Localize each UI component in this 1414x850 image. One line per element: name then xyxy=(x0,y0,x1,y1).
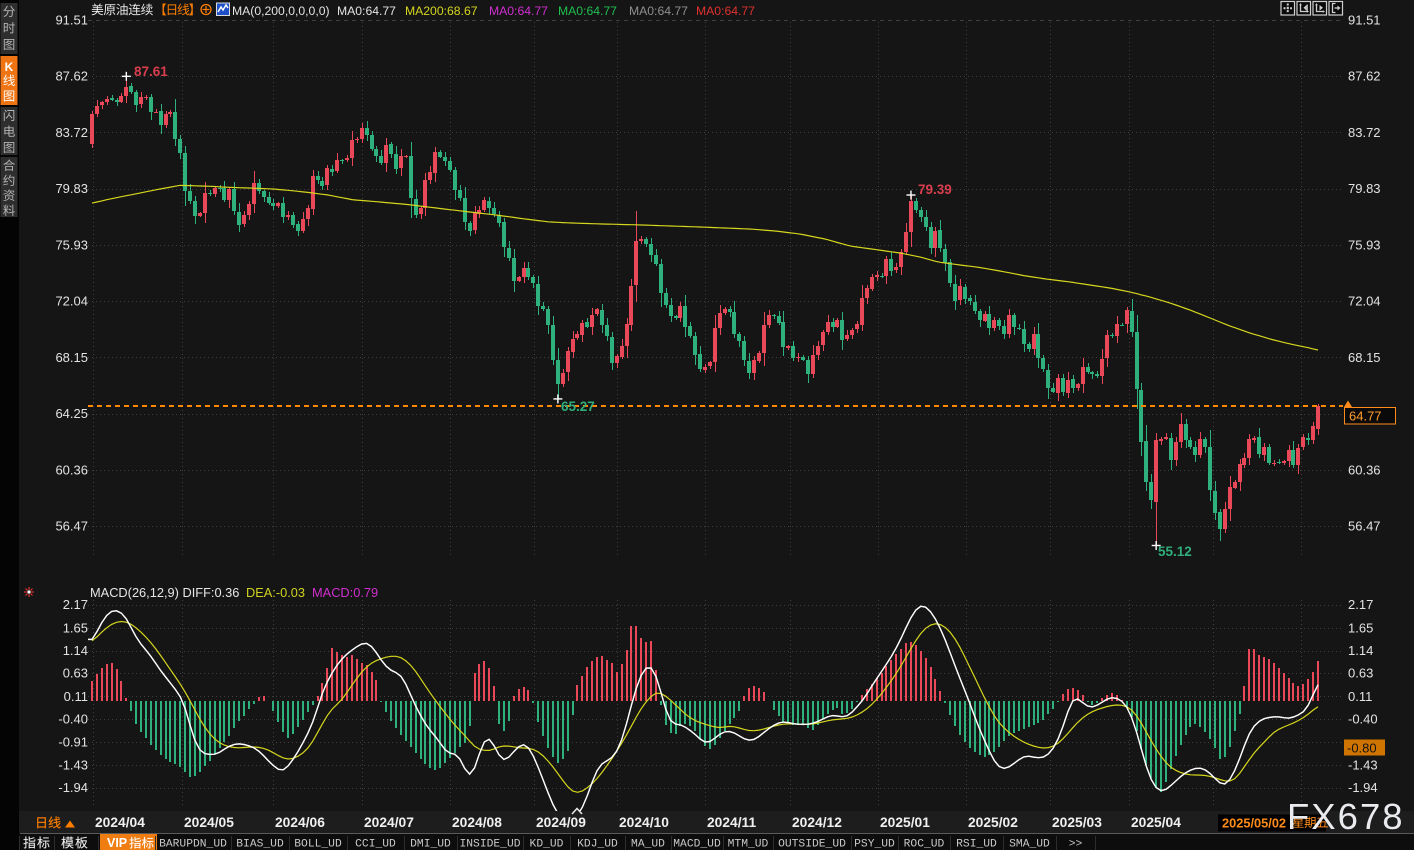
svg-text:2024/06: 2024/06 xyxy=(275,815,325,830)
svg-text:68.15: 68.15 xyxy=(1348,350,1381,365)
svg-text:1.14: 1.14 xyxy=(1348,643,1373,658)
svg-text:56.47: 56.47 xyxy=(1348,518,1381,533)
svg-text:79.39: 79.39 xyxy=(918,182,952,197)
svg-text:65.27: 65.27 xyxy=(561,399,595,414)
svg-text:2025/05/02: 2025/05/02 xyxy=(1222,816,1286,831)
svg-text:60.36: 60.36 xyxy=(55,462,88,477)
svg-text:MA0:64.77: MA0:64.77 xyxy=(629,4,688,18)
svg-text:72.04: 72.04 xyxy=(55,294,88,309)
svg-text:1.14: 1.14 xyxy=(63,643,88,658)
svg-text:-1.94: -1.94 xyxy=(58,780,88,795)
svg-text:0.63: 0.63 xyxy=(1348,666,1373,681)
svg-text:SMA_UD: SMA_UD xyxy=(1009,839,1050,850)
svg-text:75.93: 75.93 xyxy=(55,237,88,252)
svg-text:87.62: 87.62 xyxy=(1348,69,1381,84)
svg-text:MA0:64.77: MA0:64.77 xyxy=(489,4,548,18)
svg-text:87.62: 87.62 xyxy=(55,69,88,84)
svg-text:0.63: 0.63 xyxy=(63,666,88,681)
svg-text:1.65: 1.65 xyxy=(63,620,88,635)
svg-text:VIP: VIP xyxy=(107,836,127,850)
svg-text:79.83: 79.83 xyxy=(1348,181,1381,196)
svg-text:RSI_UD: RSI_UD xyxy=(956,839,997,850)
svg-text:BOLL_UD: BOLL_UD xyxy=(294,839,342,850)
svg-text:79.83: 79.83 xyxy=(55,181,88,196)
svg-text:91.51: 91.51 xyxy=(1348,13,1381,28)
svg-text:INSIDE_UD: INSIDE_UD xyxy=(459,839,520,850)
svg-text:56.47: 56.47 xyxy=(55,518,88,533)
svg-text:2024/10: 2024/10 xyxy=(619,815,669,830)
svg-text:-1.94: -1.94 xyxy=(1348,780,1378,795)
svg-text:87.61: 87.61 xyxy=(134,64,168,79)
svg-text:2025/04: 2025/04 xyxy=(1131,815,1181,830)
svg-text:2024/05: 2024/05 xyxy=(184,815,234,830)
svg-text:MACD_UD: MACD_UD xyxy=(673,839,721,850)
svg-text:-0.91: -0.91 xyxy=(58,734,88,749)
svg-text:MA0:64.77: MA0:64.77 xyxy=(337,4,396,18)
svg-text:60.36: 60.36 xyxy=(1348,462,1381,477)
svg-text:-0.40: -0.40 xyxy=(1348,712,1378,727)
svg-text:BARUPDN_UD: BARUPDN_UD xyxy=(159,839,227,850)
svg-text:2024/08: 2024/08 xyxy=(452,815,502,830)
svg-text:83.72: 83.72 xyxy=(1348,125,1381,140)
svg-text:91.51: 91.51 xyxy=(55,13,88,28)
svg-text:KD_UD: KD_UD xyxy=(530,839,564,850)
svg-text:ROC_UD: ROC_UD xyxy=(904,839,945,850)
svg-text:MTM_UD: MTM_UD xyxy=(728,839,769,850)
svg-text:2024/11: 2024/11 xyxy=(707,815,756,830)
svg-text:-0.40: -0.40 xyxy=(58,712,88,727)
svg-text:K: K xyxy=(5,60,14,74)
svg-text:FX678: FX678 xyxy=(1287,796,1405,837)
svg-text:MA200:68.67: MA200:68.67 xyxy=(405,4,478,18)
svg-text:2024/07: 2024/07 xyxy=(364,815,414,830)
svg-text:>>: >> xyxy=(1069,839,1083,850)
svg-text:2025/02: 2025/02 xyxy=(968,815,1018,830)
svg-text:MA_UD: MA_UD xyxy=(631,839,665,850)
svg-text:68.15: 68.15 xyxy=(55,350,88,365)
svg-text:0.11: 0.11 xyxy=(64,689,88,704)
svg-text:2025/01: 2025/01 xyxy=(880,815,930,830)
svg-text:MA0:64.77: MA0:64.77 xyxy=(558,4,617,18)
svg-text:BIAS_UD: BIAS_UD xyxy=(236,839,284,850)
svg-text:-1.43: -1.43 xyxy=(58,758,88,773)
svg-text:MACD(26,12,9) DIFF:0.36: MACD(26,12,9) DIFF:0.36 xyxy=(90,585,239,600)
svg-text:-0.80: -0.80 xyxy=(1347,741,1377,756)
svg-text:OUTSIDE_UD: OUTSIDE_UD xyxy=(778,839,846,850)
svg-text:MA0:64.77: MA0:64.77 xyxy=(696,4,755,18)
svg-text:DEA:-0.03: DEA:-0.03 xyxy=(246,585,305,600)
svg-text:MACD:0.79: MACD:0.79 xyxy=(312,585,378,600)
svg-text:CCI_UD: CCI_UD xyxy=(355,839,396,850)
svg-text:2024/09: 2024/09 xyxy=(536,815,586,830)
svg-text:MA(0,200,0,0,0,0): MA(0,200,0,0,0,0) xyxy=(232,4,330,18)
svg-text:2025/03: 2025/03 xyxy=(1052,815,1102,830)
svg-text:2024/04: 2024/04 xyxy=(95,815,145,830)
svg-text:55.12: 55.12 xyxy=(1158,544,1192,559)
svg-text:2.17: 2.17 xyxy=(1348,597,1373,612)
svg-text:1.65: 1.65 xyxy=(1348,620,1373,635)
svg-text:64.25: 64.25 xyxy=(55,406,88,421)
svg-text:64.77: 64.77 xyxy=(1349,409,1382,424)
svg-text:PSY_UD: PSY_UD xyxy=(854,839,895,850)
svg-text:KDJ_UD: KDJ_UD xyxy=(577,839,618,850)
svg-text:2.17: 2.17 xyxy=(63,597,88,612)
svg-text:2024/12: 2024/12 xyxy=(792,815,842,830)
svg-text:DMI_UD: DMI_UD xyxy=(410,839,451,850)
svg-text:75.93: 75.93 xyxy=(1348,237,1381,252)
svg-text:83.72: 83.72 xyxy=(55,125,88,140)
svg-text:-1.43: -1.43 xyxy=(1348,758,1378,773)
svg-text:0.11: 0.11 xyxy=(1348,689,1372,704)
svg-text:72.04: 72.04 xyxy=(1348,294,1381,309)
